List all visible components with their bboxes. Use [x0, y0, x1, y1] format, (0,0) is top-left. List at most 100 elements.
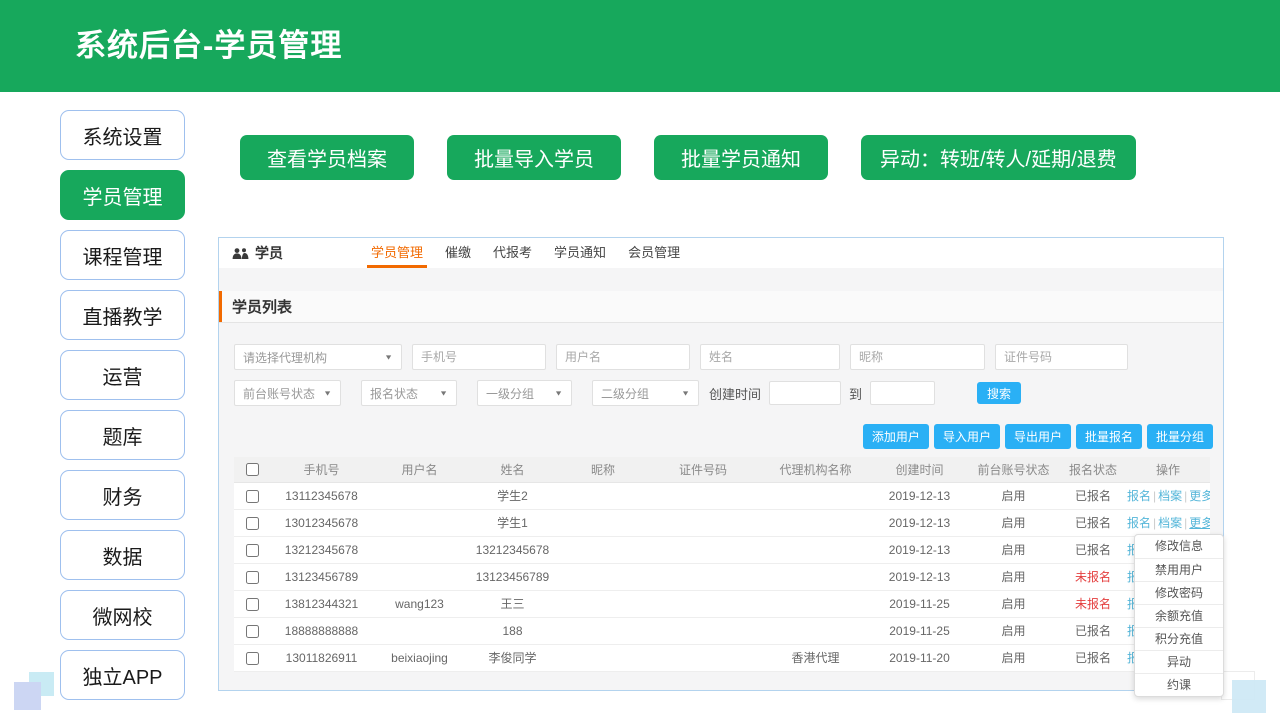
account_status-cell: 启用 — [967, 536, 1060, 563]
signup-link[interactable]: 报名 — [1127, 516, 1151, 530]
quick-action-button[interactable]: 批量导入学员 — [447, 135, 621, 180]
search-button[interactable]: 搜索 — [977, 382, 1021, 404]
bulk-action-button[interactable]: 添加用户 — [863, 424, 929, 449]
more-menu-item[interactable]: 约课 — [1135, 673, 1223, 696]
row-checkbox[interactable] — [246, 544, 259, 557]
reg_status-cell: 已报名 — [1060, 482, 1126, 509]
id_number-cell — [647, 644, 759, 671]
username-input[interactable] — [556, 344, 690, 370]
tab[interactable]: 会员管理 — [628, 238, 680, 268]
column-header: 报名状态 — [1060, 457, 1126, 482]
row-checkbox[interactable] — [246, 571, 259, 584]
table-body: 13112345678学生22019-12-13启用已报名报名|档案|更多130… — [234, 482, 1210, 671]
account-status-select[interactable]: 前台账号状态 ▼ — [234, 380, 341, 406]
more-menu-item[interactable]: 禁用用户 — [1135, 558, 1223, 581]
account_status-cell: 启用 — [967, 644, 1060, 671]
sidebar: 系统设置学员管理课程管理直播教学运营题库财务数据微网校独立APP — [60, 110, 185, 710]
tab[interactable]: 催缴 — [445, 238, 471, 268]
bulk-action-button[interactable]: 批量报名 — [1076, 424, 1142, 449]
signup-link[interactable]: 报名 — [1127, 489, 1151, 503]
chevron-down-icon: ▼ — [439, 389, 448, 397]
section-title: 学员列表 — [232, 296, 292, 317]
more-menu-item[interactable]: 余额充值 — [1135, 604, 1223, 627]
group-level1-select[interactable]: 一级分组 ▼ — [477, 380, 572, 406]
created-time-label: 创建时间 — [709, 384, 761, 403]
name-input[interactable] — [700, 344, 840, 370]
name-cell: 学生2 — [466, 482, 559, 509]
phone-cell: 13812344321 — [270, 590, 373, 617]
row-checkbox[interactable] — [246, 598, 259, 611]
more-dropdown-menu: 修改信息禁用用户修改密码余额充值积分充值异动约课 — [1134, 534, 1224, 697]
table-row: 13123456789131234567892019-12-13启用未报名报名|… — [234, 563, 1210, 590]
phone-cell: 13012345678 — [270, 509, 373, 536]
created-from-input[interactable] — [769, 381, 841, 405]
archive-link[interactable]: 档案 — [1158, 516, 1182, 530]
archive-link[interactable]: 档案 — [1158, 489, 1182, 503]
tab[interactable]: 学员通知 — [554, 238, 606, 268]
sidebar-item[interactable]: 学员管理 — [60, 170, 185, 220]
phone-cell: 13011826911 — [270, 644, 373, 671]
username-cell — [373, 617, 466, 644]
id_number-cell — [647, 590, 759, 617]
quick-action-button[interactable]: 查看学员档案 — [240, 135, 414, 180]
sidebar-item[interactable]: 题库 — [60, 410, 185, 460]
group-level2-select[interactable]: 二级分组 ▼ — [592, 380, 699, 406]
account_status-cell: 启用 — [967, 482, 1060, 509]
tab[interactable]: 代报考 — [493, 238, 532, 268]
sidebar-item[interactable]: 课程管理 — [60, 230, 185, 280]
sidebar-item[interactable]: 直播教学 — [60, 290, 185, 340]
more-menu-item[interactable]: 积分充值 — [1135, 627, 1223, 650]
quick-action-button[interactable]: 异动：转班/转人/延期/退费 — [861, 135, 1136, 180]
tab[interactable]: 学员管理 — [371, 238, 423, 268]
checkbox-cell — [234, 482, 270, 509]
users-icon — [232, 247, 249, 260]
select-all-checkbox[interactable] — [246, 463, 259, 476]
more-menu-item[interactable]: 修改信息 — [1135, 535, 1223, 558]
created-to-input[interactable] — [870, 381, 935, 405]
agency-cell — [759, 590, 872, 617]
username-cell: beixiaojing — [373, 644, 466, 671]
account_status-cell: 启用 — [967, 590, 1060, 617]
quick-action-button[interactable]: 批量学员通知 — [654, 135, 828, 180]
more-link[interactable]: 更多 — [1189, 516, 1210, 530]
reg_status-cell: 已报名 — [1060, 536, 1126, 563]
username-cell: wang123 — [373, 590, 466, 617]
decor-square — [1232, 680, 1266, 713]
column-header: 手机号 — [270, 457, 373, 482]
sidebar-item[interactable]: 微网校 — [60, 590, 185, 640]
row-checkbox[interactable] — [246, 652, 259, 665]
reg_status-cell: 未报名 — [1060, 590, 1126, 617]
bulk-action-button[interactable]: 导入用户 — [934, 424, 1000, 449]
id-number-input[interactable] — [995, 344, 1128, 370]
nickname-cell — [559, 644, 647, 671]
sidebar-item[interactable]: 独立APP — [60, 650, 185, 700]
sidebar-item[interactable]: 数据 — [60, 530, 185, 580]
actions-cell: 报名|档案|更多 — [1126, 509, 1210, 536]
checkbox-cell — [234, 536, 270, 563]
nickname-cell — [559, 509, 647, 536]
select-all-header — [234, 457, 270, 482]
agency-select[interactable]: 请选择代理机构 ▼ — [234, 344, 402, 370]
column-header: 姓名 — [466, 457, 559, 482]
reg-status-select[interactable]: 报名状态 ▼ — [361, 380, 457, 406]
bulk-action-button[interactable]: 批量分组 — [1147, 424, 1213, 449]
row-checkbox[interactable] — [246, 517, 259, 530]
student-table: 手机号用户名姓名昵称证件号码代理机构名称创建时间前台账号状态报名状态操作 131… — [234, 457, 1210, 672]
agency-cell — [759, 536, 872, 563]
created-cell: 2019-11-25 — [872, 617, 967, 644]
sidebar-item[interactable]: 系统设置 — [60, 110, 185, 160]
username-cell — [373, 509, 466, 536]
nickname-cell — [559, 482, 647, 509]
phone-input[interactable] — [412, 344, 546, 370]
row-checkbox[interactable] — [246, 625, 259, 638]
sidebar-item[interactable]: 运营 — [60, 350, 185, 400]
sidebar-item[interactable]: 财务 — [60, 470, 185, 520]
username-cell — [373, 563, 466, 590]
agency-cell — [759, 509, 872, 536]
more-link[interactable]: 更多 — [1189, 489, 1210, 503]
bulk-action-button[interactable]: 导出用户 — [1005, 424, 1071, 449]
nickname-input[interactable] — [850, 344, 985, 370]
more-menu-item[interactable]: 修改密码 — [1135, 581, 1223, 604]
more-menu-item[interactable]: 异动 — [1135, 650, 1223, 673]
row-checkbox[interactable] — [246, 490, 259, 503]
